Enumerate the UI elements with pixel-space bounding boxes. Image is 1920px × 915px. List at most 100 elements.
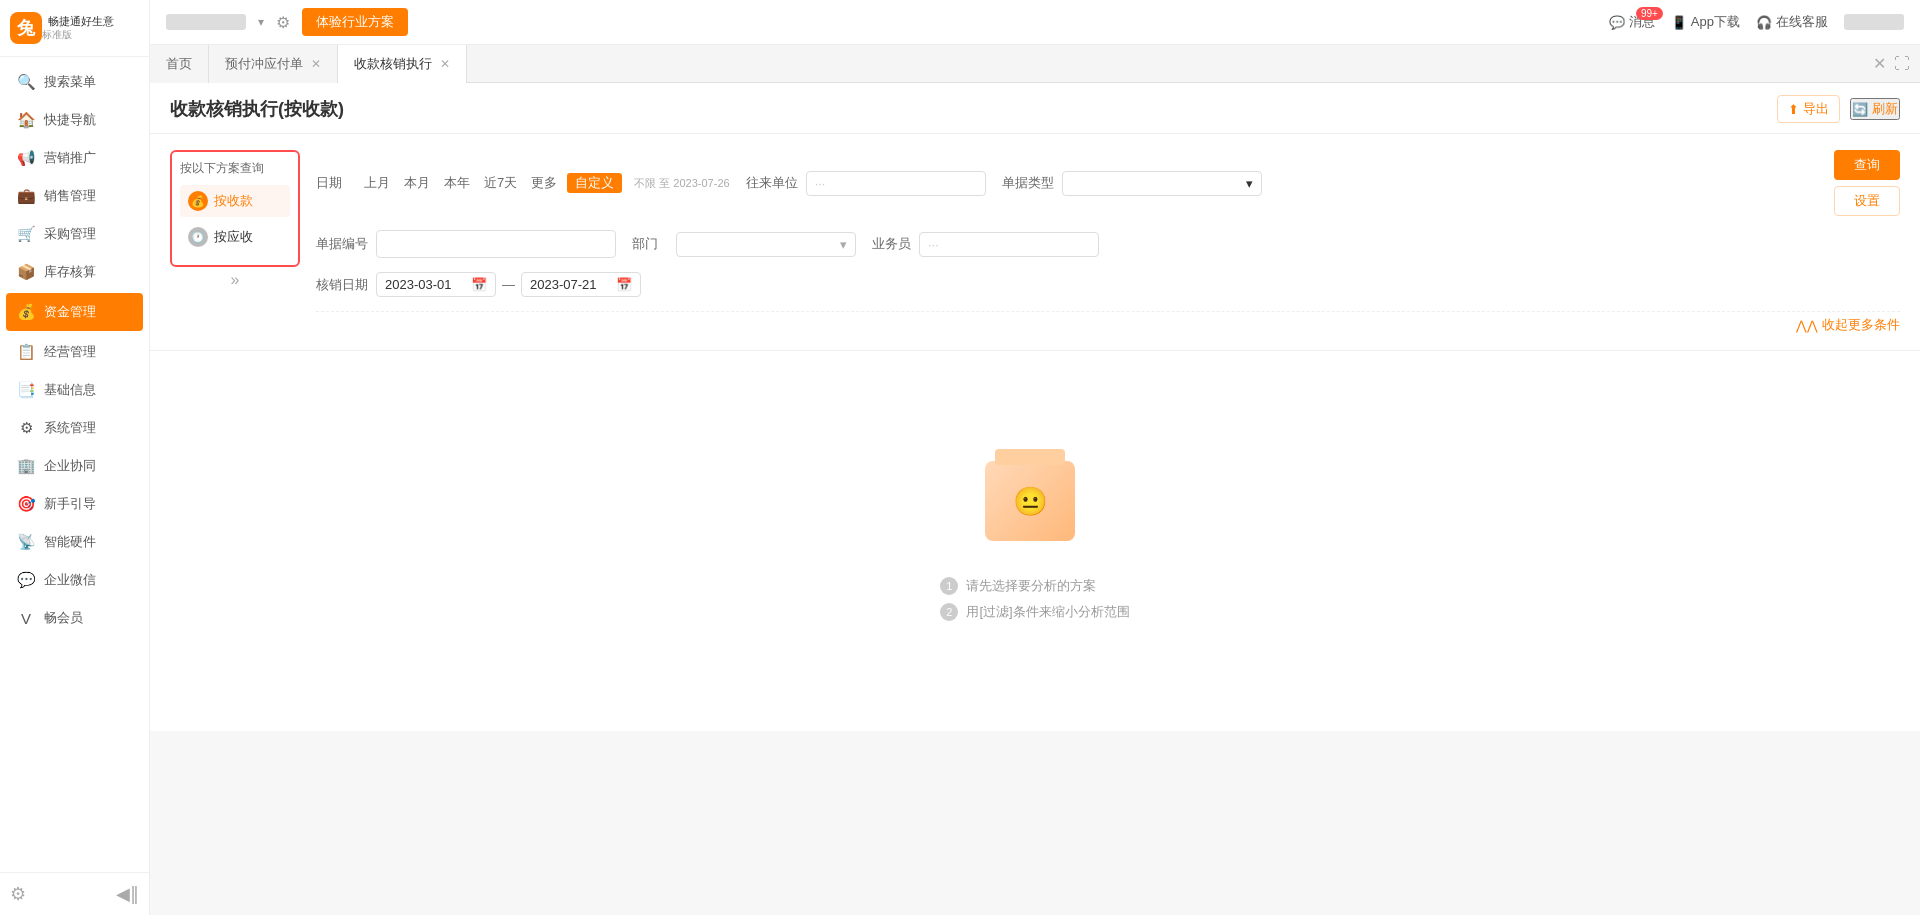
message-badge: 99+ [1636, 7, 1663, 20]
app-logo-icon: 兔 [10, 12, 42, 44]
filter-area: 按以下方案查询 💰 按收款 🕐 按应收 » [150, 134, 1920, 351]
verify-date-filter-group: 核销日期 2023-03-01 📅 — 2023-07-21 📅 [316, 272, 641, 297]
dept-select[interactable]: ▾ [676, 232, 856, 257]
header-settings-icon[interactable]: ⚙ [276, 13, 290, 32]
sidebar-item-enterprise[interactable]: 🏢 企业协同 [0, 447, 149, 485]
money-icon: 💰 [16, 303, 36, 321]
sidebar-item-beginner[interactable]: 🎯 新手引导 [0, 485, 149, 523]
empty-hint-2: 2 用[过滤]条件来缩小分析范围 [940, 603, 1129, 621]
doc-num-input[interactable] [376, 230, 616, 258]
tab-prepay[interactable]: 预付冲应付单 ✕ [209, 45, 338, 83]
doc-type-select[interactable]: ▾ [1062, 171, 1262, 196]
page-title-row: 收款核销执行(按收款) ⬆ 导出 🔄 刷新 [170, 95, 1900, 133]
sidebar-item-search[interactable]: 🔍 搜索菜单 [0, 63, 149, 101]
sidebar-item-label: 企业微信 [44, 571, 96, 589]
date-this-year[interactable]: 本年 [440, 173, 474, 193]
clipboard-icon: 📋 [16, 343, 36, 361]
sidebar-item-label: 库存核算 [44, 263, 96, 281]
refresh-button[interactable]: 🔄 刷新 [1850, 98, 1900, 120]
filter-option-by-receivable[interactable]: 🕐 按应收 [180, 221, 290, 253]
sidebar: 兔 畅捷通好生意 标准版 🔍 搜索菜单 🏠 快捷导航 📢 营销推广 💼 销售管理… [0, 0, 150, 915]
date-custom[interactable]: 自定义 [567, 173, 622, 193]
app-download-button[interactable]: 📱 App下载 [1671, 13, 1740, 31]
partner-placeholder: ··· [815, 176, 826, 191]
tab-collection-label: 收款核销执行 [354, 55, 432, 73]
message-button[interactable]: 💬 消息 99+ [1609, 13, 1655, 31]
sidebar-settings-icon[interactable]: ⚙ [10, 883, 26, 905]
dept-filter-group: 部门 ▾ [632, 232, 856, 257]
sidebar-bottom: ⚙ ◀‖ [0, 872, 149, 915]
sidebar-item-marketing[interactable]: 📢 营销推广 [0, 139, 149, 177]
partner-filter-group: 往来单位 ··· [746, 171, 986, 196]
sidebar-item-label: 采购管理 [44, 225, 96, 243]
sidebar-item-system[interactable]: ⚙ 系统管理 [0, 409, 149, 447]
header-right: 💬 消息 99+ 📱 App下载 🎧 在线客服 [1609, 13, 1904, 31]
verify-date-label: 核销日期 [316, 276, 368, 294]
setting-button[interactable]: 设置 [1834, 186, 1900, 216]
collapse-more-btn[interactable]: ⋀⋀ 收起更多条件 [316, 311, 1900, 334]
date-this-month[interactable]: 本月 [400, 173, 434, 193]
search-icon: 🔍 [16, 73, 36, 91]
tab-collection[interactable]: 收款核销执行 ✕ [338, 45, 467, 83]
sidebar-item-label: 搜索菜单 [44, 73, 96, 91]
tab-maximize-icon[interactable]: ⛶ [1894, 55, 1910, 73]
verify-date-end-input[interactable]: 2023-07-21 📅 [521, 272, 641, 297]
building-icon: 🏢 [16, 457, 36, 475]
sidebar-item-capital[interactable]: 💰 资金管理 [6, 293, 143, 331]
sidebar-item-label: 快捷导航 [44, 111, 96, 129]
sidebar-item-operation[interactable]: 📋 经营管理 [0, 333, 149, 371]
header-dropdown-icon[interactable]: ▾ [258, 15, 264, 29]
main-area: ▾ ⚙ 体验行业方案 💬 消息 99+ 📱 App下载 🎧 在线客服 首页 [150, 0, 1920, 915]
export-icon: ⬆ [1788, 102, 1799, 117]
refresh-label: 刷新 [1872, 100, 1898, 118]
sidebar-collapse-icon[interactable]: ◀‖ [116, 883, 139, 905]
filter-box: 按以下方案查询 💰 按收款 🕐 按应收 [170, 150, 300, 267]
tab-collection-close[interactable]: ✕ [440, 57, 450, 71]
partner-input[interactable]: ··· [806, 171, 986, 196]
verify-date-end-value: 2023-07-21 [530, 277, 597, 292]
tab-home[interactable]: 首页 [150, 45, 209, 83]
sidebar-item-member[interactable]: V 畅会员 [0, 599, 149, 637]
calendar-end-icon: 📅 [616, 277, 632, 292]
tab-close-all-icon[interactable]: ✕ [1873, 54, 1886, 73]
solution-button[interactable]: 体验行业方案 [302, 8, 408, 36]
sales-rep-input[interactable]: ··· [919, 232, 1099, 257]
export-button[interactable]: ⬆ 导出 [1777, 95, 1840, 123]
verify-date-start-input[interactable]: 2023-03-01 📅 [376, 272, 496, 297]
sidebar-item-wechat[interactable]: 💬 企业微信 [0, 561, 149, 599]
sidebar-item-label: 新手引导 [44, 495, 96, 513]
filter-row-3: 核销日期 2023-03-01 📅 — 2023-07-21 📅 [316, 272, 1900, 297]
header-blurred-name [166, 14, 246, 30]
target-icon: 🎯 [16, 495, 36, 513]
sidebar-nav: 🔍 搜索菜单 🏠 快捷导航 📢 营销推广 💼 销售管理 🛒 采购管理 📦 库存核… [0, 57, 149, 872]
sidebar-item-label: 销售管理 [44, 187, 96, 205]
date-more[interactable]: 更多 [527, 173, 561, 193]
hint-text-2: 用[过滤]条件来缩小分析范围 [966, 603, 1129, 621]
sidebar-item-quick-nav[interactable]: 🏠 快捷导航 [0, 101, 149, 139]
sales-rep-label: 业务员 [872, 235, 911, 253]
sidebar-item-smart-hw[interactable]: 📡 智能硬件 [0, 523, 149, 561]
date-no-limit: 不限 至 2023-07-26 [634, 176, 729, 191]
empty-box: 😐 [985, 461, 1075, 541]
date-prev-month[interactable]: 上月 [360, 173, 394, 193]
tab-bar: 首页 预付冲应付单 ✕ 收款核销执行 ✕ ✕ ⛶ [150, 45, 1920, 83]
sidebar-item-inventory[interactable]: 📦 库存核算 [0, 253, 149, 291]
online-service-button[interactable]: 🎧 在线客服 [1756, 13, 1828, 31]
doc-num-filter-group: 单据编号 [316, 230, 616, 258]
sidebar-item-sales[interactable]: 💼 销售管理 [0, 177, 149, 215]
app-name: 畅捷通好生意 [48, 14, 114, 28]
filter-box-title: 按以下方案查询 [180, 160, 290, 177]
sidebar-item-basic-info[interactable]: 📑 基础信息 [0, 371, 149, 409]
query-button[interactable]: 查询 [1834, 150, 1900, 180]
filter-option-by-receipt[interactable]: 💰 按收款 [180, 185, 290, 217]
gear-icon: ⚙ [16, 419, 36, 437]
vip-icon: V [16, 610, 36, 627]
sales-rep-placeholder: ··· [928, 237, 939, 252]
date-last-7days[interactable]: 近7天 [480, 173, 521, 193]
tab-prepay-close[interactable]: ✕ [311, 57, 321, 71]
empty-illustration: 😐 [985, 461, 1085, 561]
sidebar-item-purchase[interactable]: 🛒 采购管理 [0, 215, 149, 253]
filter-sidebar-collapse[interactable]: » [170, 271, 300, 289]
online-service-label: 在线客服 [1776, 13, 1828, 31]
sales-rep-filter-group: 业务员 ··· [872, 232, 1099, 257]
